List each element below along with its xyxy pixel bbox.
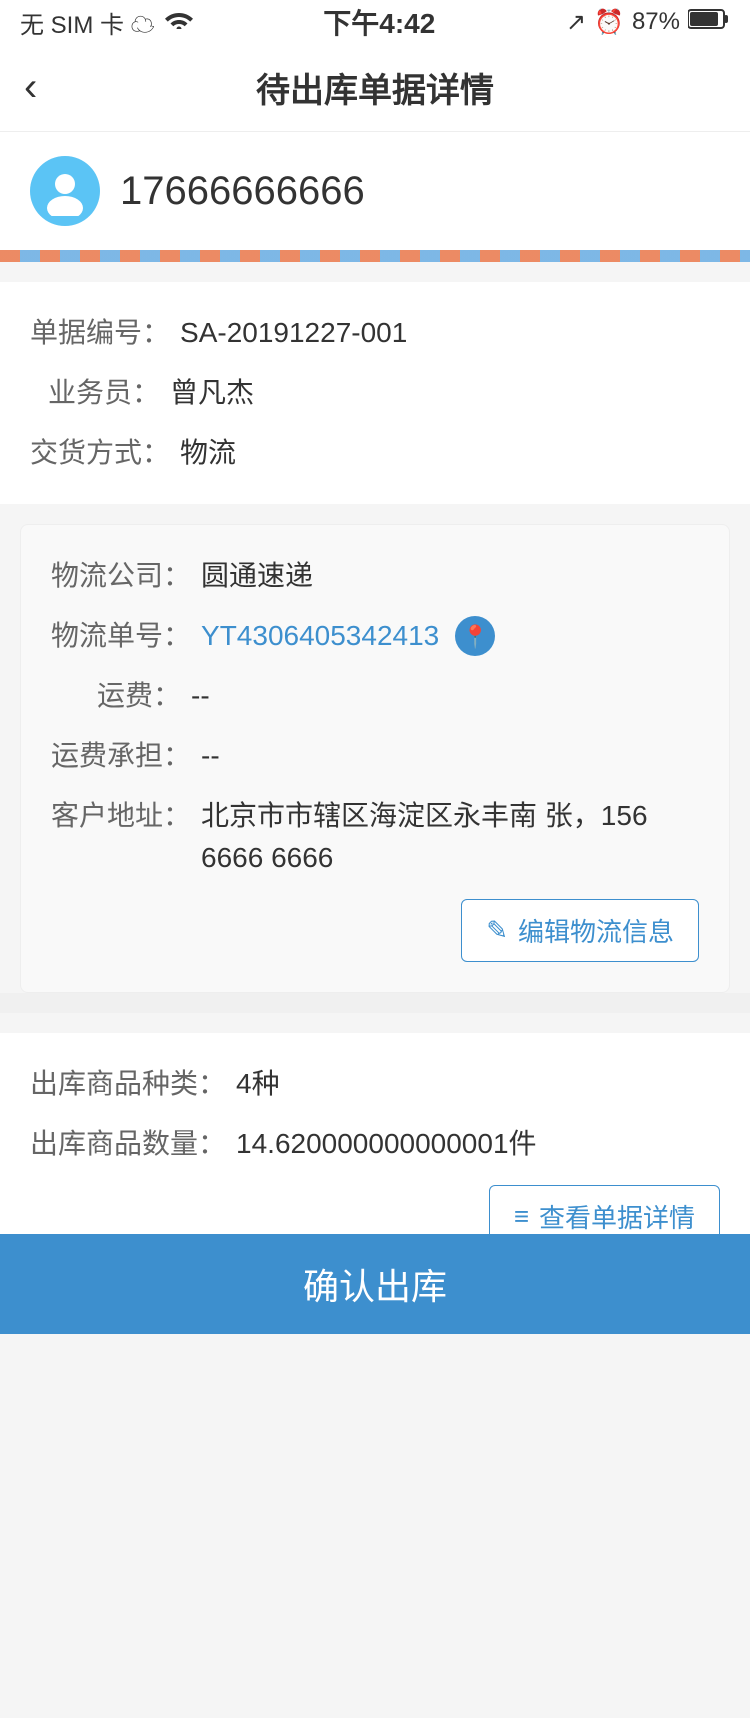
- navigation-bar: ‹ 待出库单据详情: [0, 44, 750, 132]
- logistics-card: 物流公司： 圆通速递 物流单号： YT4306405342413 运费： -- …: [20, 524, 730, 993]
- goods-quantity-label: 出库商品数量：: [30, 1123, 236, 1165]
- agent-row: 业务员： 曾凡杰: [30, 372, 720, 414]
- freight-bear-label: 运费承担：: [51, 735, 201, 777]
- logistics-number-value-row: YT4306405342413: [201, 615, 495, 657]
- goods-quantity-value: 14.620000000000001件: [236, 1123, 720, 1165]
- goods-type-value: 4种: [236, 1063, 720, 1105]
- page-title: 待出库单据详情: [256, 63, 494, 112]
- delivery-value: 物流: [180, 432, 720, 474]
- goods-type-row: 出库商品种类： 4种: [30, 1063, 720, 1105]
- user-header: 17666666666: [0, 132, 750, 250]
- agent-value: 曾凡杰: [170, 372, 720, 414]
- address-value: 北京市市辖区海淀区永丰南 张，156 6666 6666: [201, 795, 699, 879]
- address-label: 客户地址：: [51, 795, 201, 837]
- confirm-bar[interactable]: 确认出库: [0, 1234, 750, 1334]
- location-status-icon: ↗: [566, 8, 586, 37]
- freight-label: 运费：: [51, 675, 191, 717]
- logistics-number-value: YT4306405342413: [201, 615, 439, 657]
- battery-text: 87%: [632, 8, 680, 36]
- freight-row: 运费： --: [51, 675, 699, 717]
- document-number-value: SA-20191227-001: [180, 312, 720, 354]
- goods-type-label: 出库商品种类：: [30, 1063, 236, 1105]
- user-phone: 17666666666: [120, 169, 365, 214]
- logistics-company-row: 物流公司： 圆通速递: [51, 555, 699, 597]
- delivery-row: 交货方式： 物流: [30, 432, 720, 474]
- logistics-number-label: 物流单号：: [51, 615, 201, 657]
- document-icon: ≡: [514, 1201, 529, 1232]
- agent-label: 业务员：: [30, 372, 170, 414]
- freight-bear-value: --: [201, 735, 699, 777]
- alarm-icon: ⏰: [594, 8, 624, 37]
- logistics-company-value: 圆通速递: [201, 555, 699, 597]
- location-icon[interactable]: [455, 616, 495, 656]
- wifi-icon: [165, 8, 193, 36]
- freight-bear-row: 运费承担： --: [51, 735, 699, 777]
- main-content: 17666666666 单据编号： SA-20191227-001 业务员： 曾…: [0, 132, 750, 1718]
- dashed-divider: [0, 250, 750, 262]
- address-row: 客户地址： 北京市市辖区海淀区永丰南 张，156 6666 6666: [51, 795, 699, 879]
- logistics-number-row: 物流单号： YT4306405342413: [51, 615, 699, 657]
- freight-value: --: [191, 675, 699, 717]
- bottom-spacer: [0, 1318, 750, 1618]
- goods-quantity-row: 出库商品数量： 14.620000000000001件: [30, 1123, 720, 1165]
- confirm-button-label: 确认出库: [303, 1258, 447, 1310]
- status-left: 无 SIM 卡 ☁: [20, 5, 193, 40]
- status-time: 下午4:42: [323, 2, 435, 42]
- status-right: ↗ ⏰ 87%: [566, 8, 730, 37]
- status-bar: 无 SIM 卡 ☁ 下午4:42 ↗ ⏰ 87%: [0, 0, 750, 44]
- no-sim-text: 无 SIM 卡 ☁: [20, 5, 155, 40]
- back-button[interactable]: ‹: [24, 65, 37, 110]
- battery-icon: [688, 8, 730, 37]
- delivery-label: 交货方式：: [30, 432, 180, 474]
- avatar: [30, 156, 100, 226]
- document-info-section: 单据编号： SA-20191227-001 业务员： 曾凡杰 交货方式： 物流: [0, 282, 750, 504]
- edit-btn-container: ✎ 编辑物流信息: [51, 899, 699, 962]
- view-document-label: 查看单据详情: [539, 1198, 695, 1235]
- edit-logistics-button[interactable]: ✎ 编辑物流信息: [461, 899, 699, 962]
- edit-logistics-label: 编辑物流信息: [518, 912, 674, 949]
- document-number-row: 单据编号： SA-20191227-001: [30, 312, 720, 354]
- document-number-label: 单据编号：: [30, 312, 180, 354]
- separator-1: [0, 993, 750, 1013]
- logistics-company-label: 物流公司：: [51, 555, 201, 597]
- edit-icon: ✎: [486, 915, 508, 946]
